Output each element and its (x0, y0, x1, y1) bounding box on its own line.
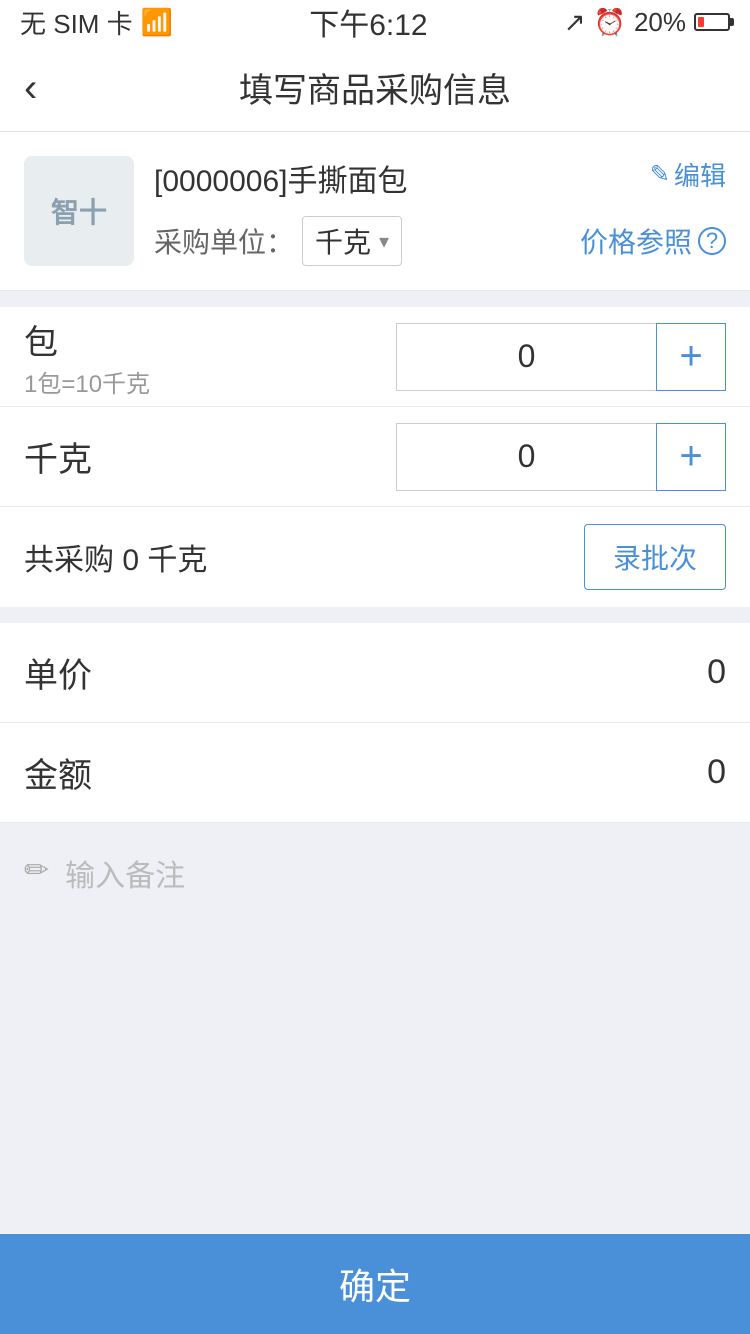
logo-text: 智十 (51, 191, 107, 231)
summary-row: 共采购 0 千克 录批次 (0, 507, 750, 607)
status-left: 无 SIM 卡 📶 (20, 4, 173, 41)
kg-input[interactable] (396, 423, 656, 491)
product-name: [0000006]手撕面包 (154, 156, 407, 200)
bao-input[interactable] (396, 323, 656, 391)
bao-input-row: 包 1包=10千克 + (0, 307, 750, 407)
location-icon: ↗ (564, 7, 586, 38)
amount-label: 金额 (24, 748, 92, 797)
section-divider-2 (0, 607, 750, 623)
price-ref-button[interactable]: 价格参照 ? (580, 221, 726, 261)
chevron-down-icon: ▾ (379, 229, 389, 254)
battery-icon (694, 13, 730, 31)
edit-button[interactable]: ✎ 编辑 (650, 156, 726, 193)
bao-label-sub: 1包=10千克 (24, 364, 204, 399)
input-section: 包 1包=10千克 + 千克 + (0, 307, 750, 507)
section-divider-1 (0, 291, 750, 307)
unit-price-row: 单价 0 (0, 623, 750, 723)
remark-placeholder: 输入备注 (65, 851, 185, 895)
battery-percent: 20% (634, 7, 686, 38)
price-ref-label: 价格参照 (580, 221, 692, 261)
pencil-icon: ✏ (24, 853, 49, 888)
kg-plus-button[interactable]: + (656, 423, 726, 491)
price-section: 单价 0 金额 0 (0, 623, 750, 823)
bao-label: 包 1包=10千克 (24, 315, 204, 399)
product-info: [0000006]手撕面包 ✎ 编辑 采购单位： 千克 ▾ 价格参照 ? (154, 156, 726, 266)
no-sim-label: 无 SIM 卡 (20, 4, 133, 41)
bao-plus-button[interactable]: + (656, 323, 726, 391)
product-logo: 智十 (24, 156, 134, 266)
bao-input-right: + (396, 323, 726, 391)
product-header: [0000006]手撕面包 ✎ 编辑 (154, 156, 726, 200)
help-icon: ? (698, 227, 726, 255)
wifi-icon: 📶 (141, 7, 173, 38)
batch-button[interactable]: 录批次 (584, 524, 726, 590)
unit-label: 采购单位： (154, 221, 294, 261)
bottom-spacer (0, 943, 750, 1234)
amount-value: 0 (707, 753, 726, 792)
summary-text: 共采购 0 千克 (24, 535, 207, 579)
remark-section[interactable]: ✏ 输入备注 (0, 823, 750, 943)
kg-input-row: 千克 + (0, 407, 750, 507)
product-card: 智十 [0000006]手撕面包 ✎ 编辑 采购单位： 千克 ▾ (0, 132, 750, 291)
alarm-icon: ⏰ (594, 7, 626, 38)
nav-bar: ‹ 填写商品采购信息 (0, 44, 750, 132)
unit-row: 采购单位： 千克 ▾ 价格参照 ? (154, 216, 726, 266)
status-right: ↗ ⏰ 20% (564, 7, 730, 38)
amount-row: 金额 0 (0, 723, 750, 823)
status-time: 下午6:12 (309, 0, 427, 44)
edit-icon: ✎ (650, 160, 670, 189)
status-bar: 无 SIM 卡 📶 下午6:12 ↗ ⏰ 20% (0, 0, 750, 44)
unit-value: 千克 (315, 221, 371, 261)
unit-price-value: 0 (707, 653, 726, 692)
kg-label-main: 千克 (24, 432, 204, 481)
bao-label-main: 包 (24, 315, 204, 364)
page-title: 填写商品采购信息 (239, 63, 511, 112)
kg-label: 千克 (24, 432, 204, 481)
confirm-button[interactable]: 确定 (0, 1234, 750, 1334)
unit-price-label: 单价 (24, 648, 92, 697)
kg-input-right: + (396, 423, 726, 491)
back-button[interactable]: ‹ (24, 68, 37, 108)
unit-select[interactable]: 千克 ▾ (302, 216, 402, 266)
